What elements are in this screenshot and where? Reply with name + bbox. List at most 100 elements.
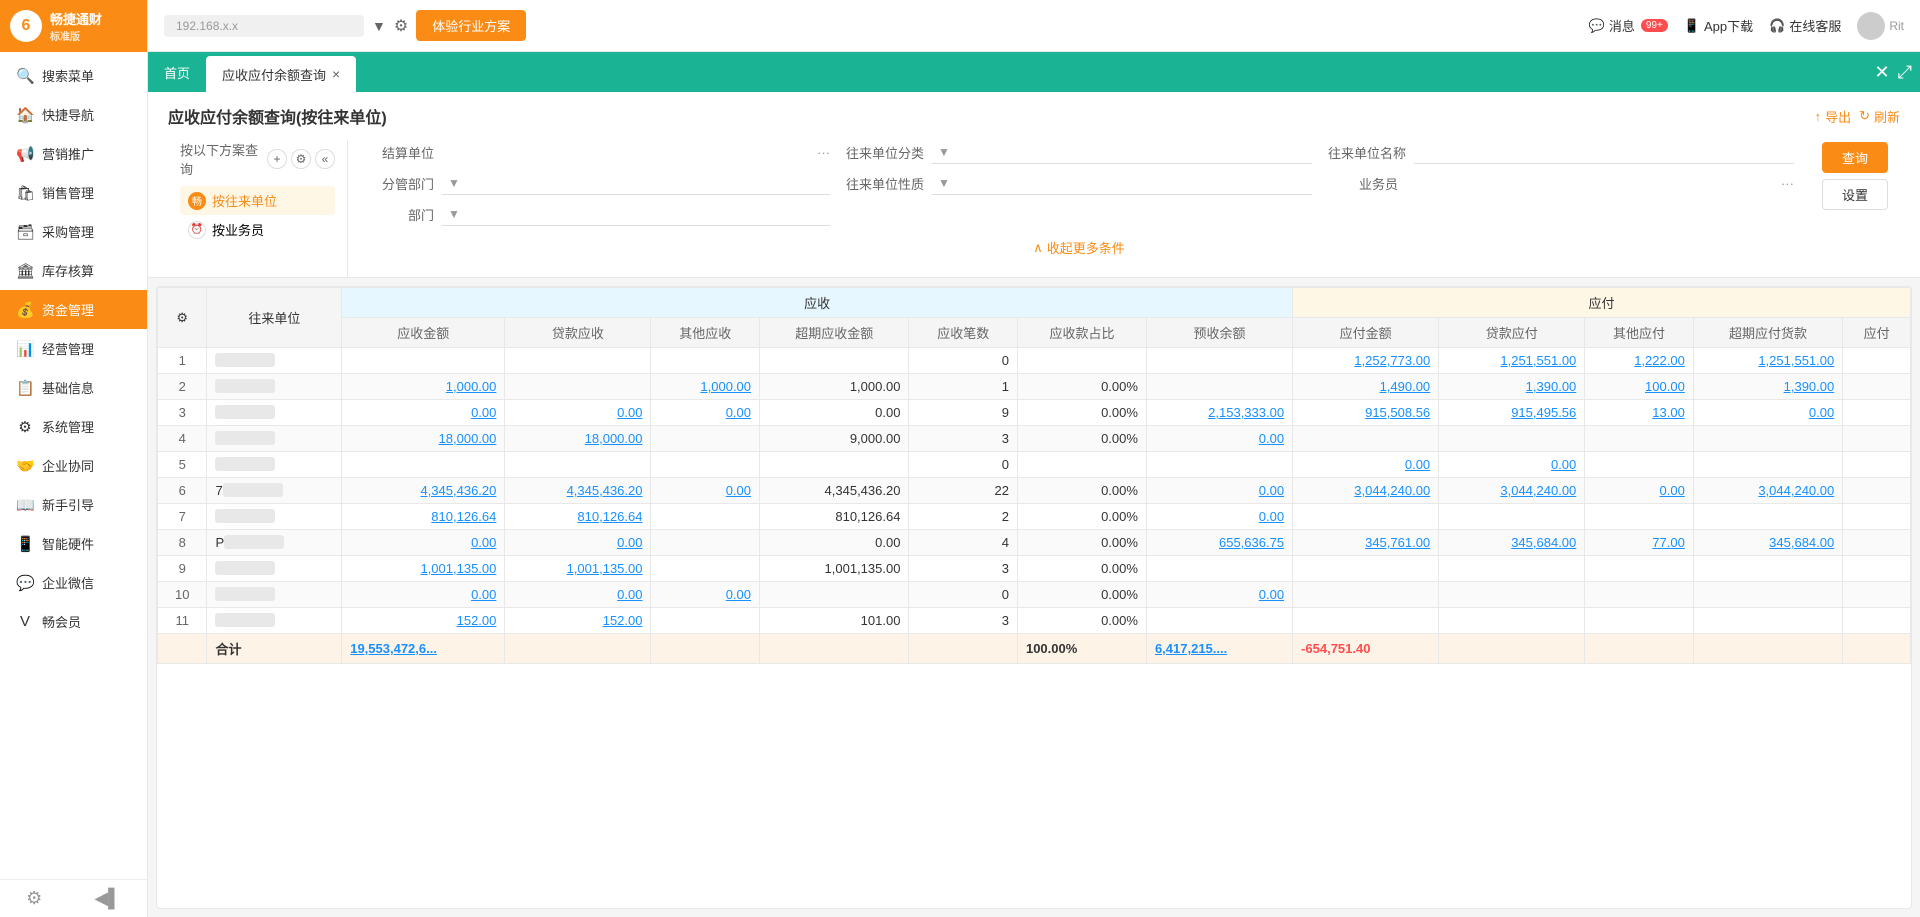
sidebar-item-sales[interactable]: 🛍销售管理	[0, 173, 147, 212]
row-dk-yf	[1439, 608, 1585, 634]
topbar-gear-icon[interactable]: ⚙	[394, 16, 408, 36]
table-footer-row: 合计 19,553,472,6... 100.00% 6,417,215....…	[158, 634, 1911, 664]
purchase-icon: 🗃	[16, 223, 34, 241]
sidebar-item-marketing[interactable]: 📢营销推广	[0, 134, 147, 173]
row-yf-je	[1293, 504, 1439, 530]
sidebar-item-wechat[interactable]: 💬企业微信	[0, 563, 147, 602]
data-table-wrap[interactable]: ⚙ 往来单位 应收 应付 应收金额 贷款应收 其他应收 超期应收金额 应收笔数 …	[156, 286, 1912, 909]
service-button[interactable]: 🎧 在线客服	[1769, 16, 1841, 35]
sidebar-item-operation[interactable]: 📊经营管理	[0, 329, 147, 368]
sidebar-item-hardware[interactable]: 📱智能硬件	[0, 524, 147, 563]
sidebar-item-purchase[interactable]: 🗃采购管理	[0, 212, 147, 251]
sidebar-item-inventory[interactable]: 🏛库存核算	[0, 251, 147, 290]
row-ys-yu: 0.00	[1146, 478, 1292, 504]
row-no: 6	[158, 478, 207, 504]
app-download-button[interactable]: 📱 App下载	[1684, 16, 1753, 35]
laiwan-xingzhi-select[interactable]: ▼	[932, 172, 1312, 195]
sidebar-item-guide[interactable]: 📖新手引导	[0, 485, 147, 524]
settings-scheme-button[interactable]: ⚙	[291, 149, 311, 169]
row-cq-ys	[760, 348, 909, 374]
solution-button[interactable]: 体验行业方案	[416, 10, 526, 41]
row-yf-tail	[1843, 582, 1911, 608]
row-ys-yu: 2,153,333.00	[1146, 400, 1292, 426]
table-yingfu-group: 应付	[1293, 288, 1911, 318]
sidebar-settings-icon[interactable]: ⚙	[26, 888, 42, 909]
message-button[interactable]: 💬 消息 99+	[1589, 16, 1668, 35]
row-ys-zb: 0.00%	[1017, 582, 1146, 608]
row-ys-je	[342, 348, 505, 374]
search-option-partner[interactable]: 畅 按往来单位	[180, 186, 335, 215]
tab-maximize-icon[interactable]: ⤢	[1898, 62, 1912, 83]
row-no: 2	[158, 374, 207, 400]
row-qt-yf	[1585, 556, 1694, 582]
search-section: 按以下方案查询 + ⚙ « 畅 按往来单位 ⏰ 按业务员	[168, 140, 1900, 277]
yewuyuan-input[interactable]: ···	[1406, 176, 1794, 191]
row-yf-je: 345,761.00	[1293, 530, 1439, 556]
row-ys-yu	[1146, 348, 1292, 374]
sidebar-item-vip[interactable]: V畅会员	[0, 602, 147, 641]
sidebar-item-nav[interactable]: 🏠快捷导航	[0, 95, 147, 134]
settings-button[interactable]: 设置	[1822, 179, 1888, 210]
row-qt-ys	[651, 348, 760, 374]
message-icon: 💬	[1589, 18, 1605, 34]
footer-qt-yf	[1585, 634, 1694, 664]
search-option-staff[interactable]: ⏰ 按业务员	[180, 215, 335, 244]
row-cq-ys: 0.00	[760, 400, 909, 426]
row-qt-ys	[651, 530, 760, 556]
form-buttons: 查询 设置	[1810, 140, 1900, 277]
topbar: 192.168.x.x ▼ ⚙ 体验行业方案 💬 消息 99+ 📱 App下载 …	[148, 0, 1920, 52]
sidebar-item-finance[interactable]: 💰资金管理	[0, 290, 147, 329]
sidebar-item-base[interactable]: 📋基础信息	[0, 368, 147, 407]
footer-cq-ys	[760, 634, 909, 664]
tab-close-icon[interactable]: ×	[332, 66, 340, 82]
jiesuan-input[interactable]: ···	[442, 145, 830, 160]
row-qt-yf: 100.00	[1585, 374, 1694, 400]
col-ys-zb: 应收款占比	[1017, 318, 1146, 348]
row-dk-ys: 0.00	[505, 582, 651, 608]
bumen-select[interactable]: ▼	[442, 203, 830, 226]
collapse-scheme-button[interactable]: «	[315, 149, 335, 169]
table-row: 11 ████ 152.00 152.00 101.00 3 0.00%	[158, 608, 1911, 634]
row-yf-tail	[1843, 530, 1911, 556]
table-settings-col[interactable]: ⚙	[158, 288, 207, 348]
row-dk-ys	[505, 452, 651, 478]
laiwan-name-input[interactable]	[1414, 140, 1794, 164]
row-yf-tail	[1843, 348, 1911, 374]
topbar-dropdown-icon[interactable]: ▼	[372, 18, 386, 34]
laiwan-fenlei-select[interactable]: ▼	[932, 141, 1312, 164]
sidebar-item-search[interactable]: 🔍搜索菜单	[0, 56, 147, 95]
row-cq-yf: 1,390.00	[1693, 374, 1842, 400]
row-dk-yf	[1439, 504, 1585, 530]
col-ys-yu: 预收余额	[1146, 318, 1292, 348]
fenguang-field: 分管部门 ▼	[364, 172, 830, 195]
col-qt-ys: 其他应收	[651, 318, 760, 348]
refresh-button[interactable]: ↻ 刷新	[1859, 107, 1900, 126]
table-partner-col: 往来单位	[207, 288, 342, 348]
row-ys-yu	[1146, 608, 1292, 634]
tab-home[interactable]: 首页	[148, 52, 206, 92]
sidebar-item-collab[interactable]: 🤝企业协同	[0, 446, 147, 485]
row-ys-zb: 0.00%	[1017, 478, 1146, 504]
row-qt-yf: 1,222.00	[1585, 348, 1694, 374]
export-button[interactable]: ↑ 导出	[1815, 107, 1852, 126]
row-qt-ys	[651, 556, 760, 582]
tab-close-window-icon[interactable]: ✕	[1875, 62, 1890, 83]
operation-icon: 📊	[16, 340, 34, 358]
sidebar-collapse-icon[interactable]: ◀▌	[94, 888, 121, 909]
refresh-icon: ↻	[1859, 108, 1870, 124]
fenguang-select[interactable]: ▼	[442, 172, 830, 195]
tab-query[interactable]: 应收应付余额查询 ×	[206, 56, 356, 92]
query-button[interactable]: 查询	[1822, 142, 1888, 173]
row-dk-ys: 0.00	[505, 530, 651, 556]
search-title: 按以下方案查询 + ⚙ «	[180, 140, 335, 178]
laiwan-xingzhi-label: 往来单位性质	[846, 174, 924, 193]
collapse-button[interactable]: ∧ 收起更多条件	[1033, 238, 1125, 257]
row-dk-yf: 345,684.00	[1439, 530, 1585, 556]
add-scheme-button[interactable]: +	[267, 149, 287, 169]
row-ys-zb: 0.00%	[1017, 426, 1146, 452]
user-avatar[interactable]: Rit	[1857, 12, 1904, 40]
table-row: 3 ████ 0.00 0.00 0.00 0.00 9 0.00% 2,153…	[158, 400, 1911, 426]
row-qt-ys	[651, 608, 760, 634]
sidebar-item-system[interactable]: ⚙系统管理	[0, 407, 147, 446]
table-row: 4 ████ 18,000.00 18,000.00 9,000.00 3 0.…	[158, 426, 1911, 452]
